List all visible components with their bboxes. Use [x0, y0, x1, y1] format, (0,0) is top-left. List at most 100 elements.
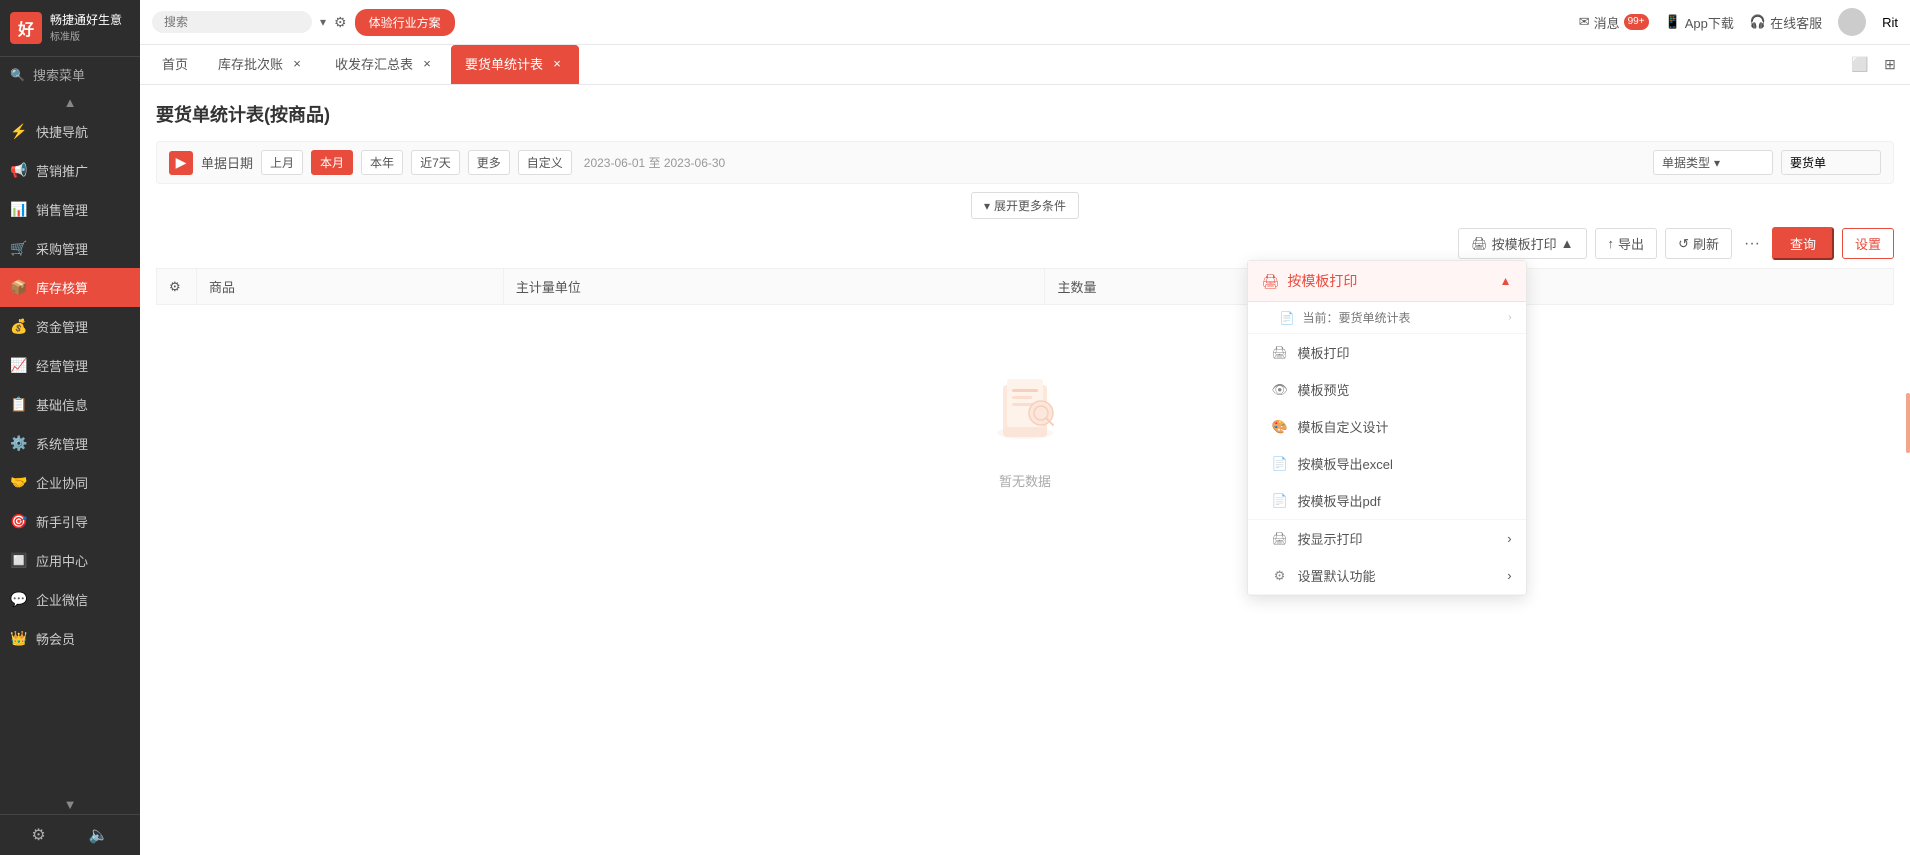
date-btn-this-year[interactable]: 本年	[361, 150, 403, 175]
sidebar-item-label: 畅会员	[36, 629, 75, 648]
sidebar-item-member[interactable]: 👑 畅会员	[0, 619, 140, 658]
sidebar-scroll-up[interactable]: ▲	[0, 92, 140, 112]
sidebar-item-operations[interactable]: 📈 经营管理	[0, 346, 140, 385]
template-preview-icon: 👁	[1272, 382, 1288, 398]
table-settings-icon[interactable]: ⚙	[169, 279, 181, 294]
more-options-icon[interactable]: ···	[1740, 235, 1764, 253]
sidebar-item-label: 企业微信	[36, 590, 88, 609]
display-print-icon: 🖨	[1272, 531, 1288, 547]
dropdown-group-display-print[interactable]: 🖨 按显示打印 ›	[1248, 520, 1526, 557]
current-template-item[interactable]: 📄 当前：要货单统计表 ›	[1248, 302, 1526, 333]
settings-icon[interactable]: ⚙	[31, 825, 45, 845]
finance-icon: 💰	[10, 318, 28, 335]
topbar-gear-icon[interactable]: ⚙	[334, 14, 347, 31]
export-excel-icon: 📄	[1272, 456, 1288, 472]
topbar-online-service[interactable]: 🎧 在线客服	[1750, 13, 1822, 32]
expand-more-btn[interactable]: ▾ 展开更多条件	[971, 192, 1079, 219]
scrollbar-indicator[interactable]	[1906, 393, 1910, 453]
sidebar-item-quick-nav[interactable]: ⚡ 快捷导航	[0, 112, 140, 151]
query-btn[interactable]: 查询	[1772, 227, 1834, 260]
dropdown-group-set-default[interactable]: ⚙ 设置默认功能 ›	[1248, 557, 1526, 594]
date-btn-custom[interactable]: 自定义	[518, 150, 572, 175]
table-header-row: ⚙ 商品 主计量单位 主数量 零售金额	[157, 269, 1894, 305]
date-btn-more[interactable]: 更多	[468, 150, 510, 175]
dropdown-header-left: 🖨 按模板打印	[1262, 271, 1358, 291]
tab-maximize-btn[interactable]: ⬜	[1848, 53, 1872, 77]
sidebar-scroll-down[interactable]: ▼	[0, 794, 140, 814]
sound-icon[interactable]: 🔈	[89, 825, 109, 845]
trial-btn[interactable]: 体验行业方案	[355, 9, 455, 36]
sidebar-item-apps[interactable]: 🔲 应用中心	[0, 541, 140, 580]
topbar-message[interactable]: ✉ 消息 99+	[1579, 13, 1649, 32]
date-btn-this-month[interactable]: 本月	[311, 150, 353, 175]
sidebar-item-label: 资金管理	[36, 317, 88, 336]
marketing-icon: 📢	[10, 162, 28, 179]
topbar-dropdown[interactable]: ▾	[320, 15, 326, 29]
sidebar-item-label: 营销推广	[36, 161, 88, 180]
tabbar: 首页 库存批次账 × 收发存汇总表 × 要货单统计表 × ⬜ ⊞	[140, 45, 1910, 85]
dropdown-item-template-print[interactable]: 🖨 模板打印	[1248, 334, 1526, 371]
order-filter-input[interactable]: 要货单	[1781, 150, 1881, 175]
guide-icon: 🎯	[10, 513, 28, 530]
data-table: ⚙ 商品 主计量单位 主数量 零售金额	[156, 268, 1894, 550]
message-badge: 99+	[1624, 14, 1649, 30]
tab-order-stats-close[interactable]: ×	[549, 56, 565, 72]
tab-order-stats[interactable]: 要货单统计表 ×	[451, 45, 579, 84]
refresh-btn[interactable]: ↺ 刷新	[1665, 228, 1732, 259]
sidebar-item-sales[interactable]: 📊 销售管理	[0, 190, 140, 229]
tab-inventory-batch-close[interactable]: ×	[289, 56, 305, 72]
sidebar-item-guide[interactable]: 🎯 新手引导	[0, 502, 140, 541]
print-btn[interactable]: 🖨 按模板打印 ▲	[1458, 228, 1586, 259]
sidebar-item-label: 应用中心	[36, 551, 88, 570]
sidebar-item-label: 采购管理	[36, 239, 88, 258]
empty-state: 暂无数据	[157, 305, 1894, 550]
sidebar-item-weixin[interactable]: 💬 企业微信	[0, 580, 140, 619]
app-version: 标准版	[50, 28, 122, 43]
topbar-app-download[interactable]: 📱 App下载	[1665, 13, 1734, 32]
service-icon: 🎧	[1750, 14, 1766, 30]
date-btn-last-month[interactable]: 上月	[261, 150, 303, 175]
filter-expand-btn[interactable]: ▶	[169, 151, 193, 175]
tab-receipt-summary[interactable]: 收发存汇总表 ×	[321, 45, 449, 84]
date-filter-label: 单据日期	[201, 153, 253, 172]
type-filter-label: 单据类型	[1662, 154, 1710, 171]
sidebar: 好 畅捷通好生意 标准版 🔍 搜索菜单 ▲ ⚡ 快捷导航 📢 营销推广 📊 销售…	[0, 0, 140, 855]
tab-inventory-batch[interactable]: 库存批次账 ×	[204, 45, 319, 84]
col-settings[interactable]: ⚙	[157, 269, 197, 305]
topbar-search-input[interactable]	[152, 11, 312, 33]
sidebar-item-system[interactable]: ⚙️ 系统管理	[0, 424, 140, 463]
sub-arrow-icon: ›	[1508, 312, 1511, 323]
template-print-icon: 🖨	[1272, 345, 1288, 361]
avatar[interactable]	[1838, 8, 1866, 36]
dropdown-item-template-custom[interactable]: 🎨 模板自定义设计	[1248, 408, 1526, 445]
sidebar-item-label: 企业协同	[36, 473, 88, 492]
set-default-arrow: ›	[1507, 568, 1511, 583]
date-btn-7days[interactable]: 近7天	[411, 150, 460, 175]
sidebar-item-inventory[interactable]: 📦 库存核算	[0, 268, 140, 307]
type-filter-select[interactable]: 单据类型 ▾	[1653, 150, 1773, 175]
export-btn[interactable]: ↑ 导出	[1595, 228, 1658, 259]
dropdown-item-export-excel[interactable]: 📄 按模板导出excel	[1248, 445, 1526, 482]
dropdown-item-template-preview[interactable]: 👁 模板预览	[1248, 371, 1526, 408]
empty-icon	[985, 365, 1065, 459]
settings-btn[interactable]: 设置	[1842, 228, 1894, 259]
sidebar-item-collab[interactable]: 🤝 企业协同	[0, 463, 140, 502]
sidebar-item-basic[interactable]: 📋 基础信息	[0, 385, 140, 424]
template-preview-label: 模板预览	[1298, 380, 1350, 399]
dropdown-collapse-arrow[interactable]: ▲	[1500, 274, 1512, 288]
dropdown-header[interactable]: 🖨 按模板打印 ▲	[1248, 261, 1526, 302]
sidebar-item-purchase[interactable]: 🛒 采购管理	[0, 229, 140, 268]
sidebar-search[interactable]: 🔍 搜索菜单	[0, 57, 140, 92]
print-icon: 🖨	[1471, 236, 1488, 252]
sidebar-item-label: 销售管理	[36, 200, 88, 219]
dropdown-item-export-pdf[interactable]: 📄 按模板导出pdf	[1248, 482, 1526, 519]
tab-receipt-summary-close[interactable]: ×	[419, 56, 435, 72]
tab-home[interactable]: 首页	[148, 45, 202, 84]
sidebar-item-finance[interactable]: 💰 资金管理	[0, 307, 140, 346]
topbar: ▾ ⚙ 体验行业方案 ✉ 消息 99+ 📱 App下载 🎧 在线客服 Rit	[140, 0, 1910, 45]
tab-restore-btn[interactable]: ⊞	[1878, 53, 1902, 77]
export-pdf-icon: 📄	[1272, 493, 1288, 509]
dropdown-groups-section: 🖨 按显示打印 › ⚙ 设置默认功能 ›	[1248, 520, 1526, 595]
sidebar-item-marketing[interactable]: 📢 营销推广	[0, 151, 140, 190]
tab-order-stats-label: 要货单统计表	[465, 54, 543, 73]
